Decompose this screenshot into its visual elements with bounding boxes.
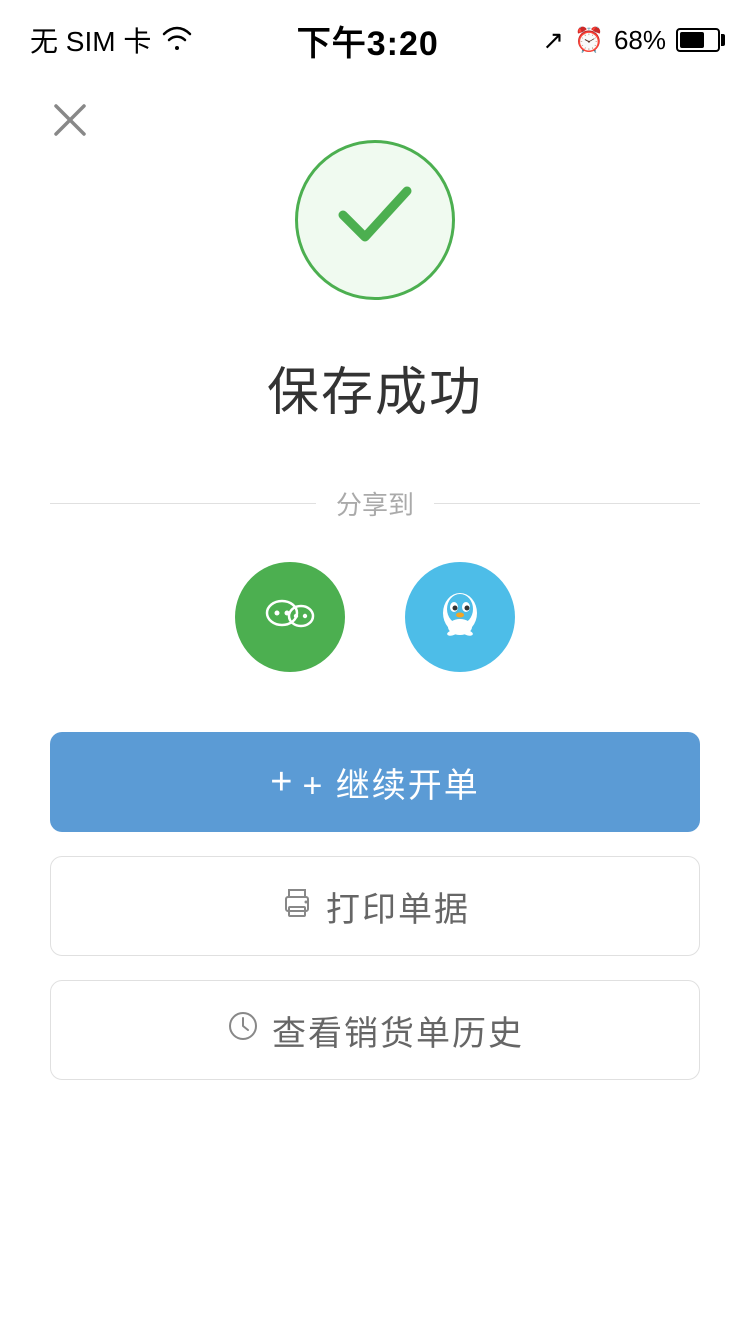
history-label: 查看销货单历史: [272, 1006, 524, 1055]
continue-button[interactable]: + + 继续开单: [50, 732, 700, 832]
clock-icon: [226, 1009, 260, 1052]
qq-share-button[interactable]: [405, 562, 515, 672]
share-section: 分享到: [0, 485, 750, 672]
location-icon: ↗: [542, 25, 564, 56]
wechat-share-button[interactable]: [235, 562, 345, 672]
carrier-text: 无 SIM 卡: [30, 20, 151, 60]
print-button[interactable]: 打印单据: [50, 856, 700, 956]
printer-icon: [280, 885, 314, 928]
success-title: 保存成功: [267, 350, 483, 425]
status-bar: 无 SIM 卡 下午3:20 ↗ ⏰ 68%: [0, 0, 750, 80]
checkmark-icon: [335, 179, 415, 262]
print-label: 打印单据: [326, 882, 470, 931]
share-icons-row: [235, 562, 515, 672]
continue-label: + 继续开单: [302, 758, 479, 807]
success-indicator: [295, 140, 455, 300]
alarm-icon: ⏰: [574, 26, 604, 55]
status-right: ↗ ⏰ 68%: [542, 25, 720, 56]
divider-row: 分享到: [0, 485, 750, 522]
right-divider: [434, 503, 700, 504]
main-content: 保存成功 分享到: [0, 80, 750, 1080]
plus-icon: +: [270, 761, 294, 804]
battery-icon: [676, 28, 720, 52]
battery-percentage: 68%: [614, 25, 666, 56]
status-left: 无 SIM 卡: [30, 20, 193, 60]
history-button[interactable]: 查看销货单历史: [50, 980, 700, 1080]
wifi-icon: [161, 24, 193, 57]
left-divider: [50, 503, 316, 504]
close-button[interactable]: [40, 90, 100, 150]
share-label: 分享到: [316, 485, 434, 522]
time-display: 下午3:20: [297, 16, 439, 65]
action-buttons: + + 继续开单 打印单据 查看销货单历: [0, 732, 750, 1080]
